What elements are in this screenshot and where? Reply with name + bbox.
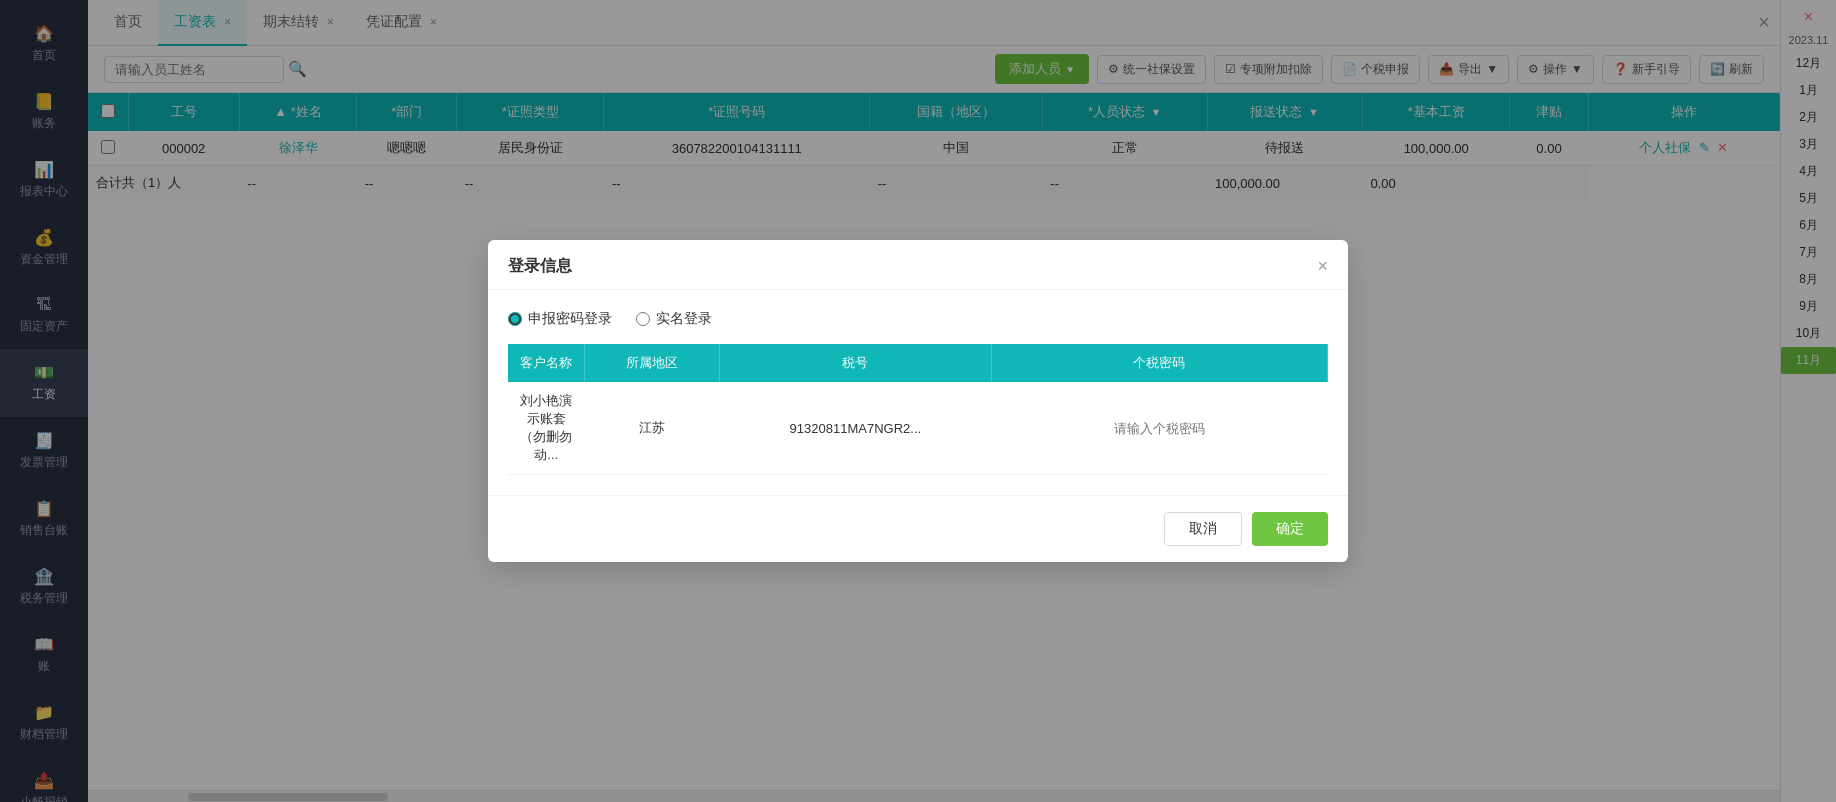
login-dialog: 登录信息 × 申报密码登录 实名登录 客户名称 bbox=[488, 240, 1348, 562]
dialog-row-taxno: 91320811MA7NGR2... bbox=[719, 382, 991, 475]
radio-password-login[interactable]: 申报密码登录 bbox=[508, 310, 612, 328]
dialog-col-client: 客户名称 bbox=[508, 344, 585, 382]
dialog-overlay: 登录信息 × 申报密码登录 实名登录 客户名称 bbox=[0, 0, 1836, 802]
dialog-title: 登录信息 bbox=[508, 256, 572, 277]
dialog-body: 申报密码登录 实名登录 客户名称 所属地区 税号 个税密码 bbox=[488, 290, 1348, 495]
dialog-table-row: 刘小艳演示账套（勿删勿动... 江苏 91320811MA7NGR2... bbox=[508, 382, 1328, 475]
dialog-col-taxno: 税号 bbox=[719, 344, 991, 382]
cancel-button[interactable]: 取消 bbox=[1164, 512, 1242, 546]
dialog-row-client: 刘小艳演示账套（勿删勿动... bbox=[508, 382, 585, 475]
dialog-close-btn[interactable]: × bbox=[1317, 256, 1328, 277]
dialog-row-region: 江苏 bbox=[585, 382, 720, 475]
confirm-button[interactable]: 确定 bbox=[1252, 512, 1328, 546]
dialog-col-password: 个税密码 bbox=[991, 344, 1327, 382]
dialog-header: 登录信息 × bbox=[488, 240, 1348, 290]
radio-password-input[interactable] bbox=[508, 312, 522, 326]
dialog-table: 客户名称 所属地区 税号 个税密码 刘小艳演示账套（勿删勿动... 江苏 913… bbox=[508, 344, 1328, 475]
dialog-footer: 取消 确定 bbox=[488, 495, 1348, 562]
radio-realname-input[interactable] bbox=[636, 312, 650, 326]
tax-password-input[interactable] bbox=[1003, 421, 1315, 436]
dialog-col-region: 所属地区 bbox=[585, 344, 720, 382]
radio-realname-login[interactable]: 实名登录 bbox=[636, 310, 712, 328]
login-type-radio-group: 申报密码登录 实名登录 bbox=[508, 310, 1328, 328]
dialog-row-password[interactable] bbox=[991, 382, 1327, 475]
